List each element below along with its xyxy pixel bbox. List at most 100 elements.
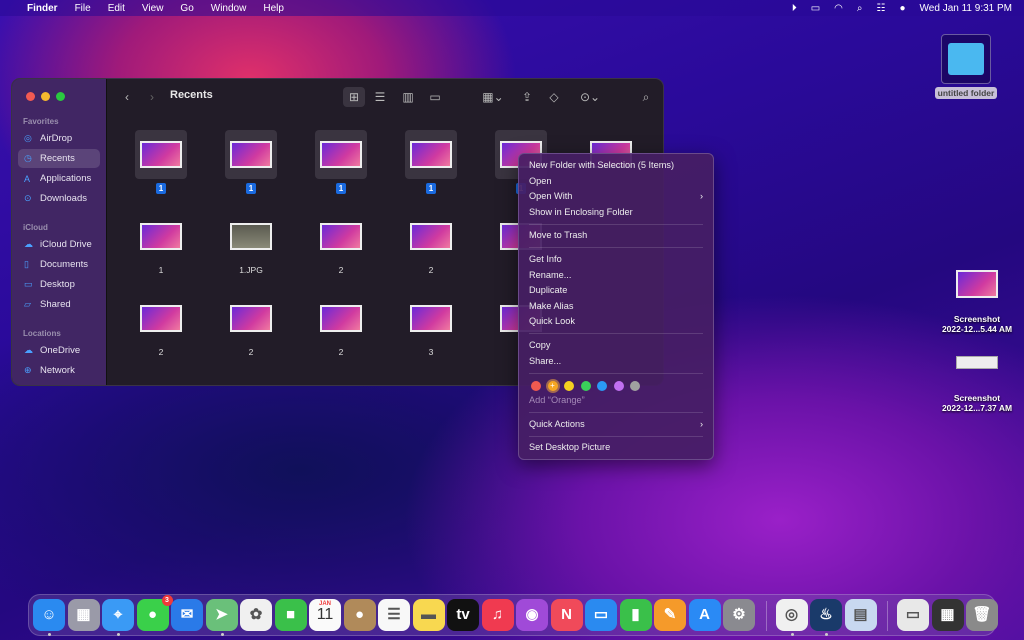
menu-help[interactable]: Help [263,3,284,14]
dock-keynote[interactable]: ▭ [585,599,617,631]
gallery-view-button[interactable]: ▭ [425,87,445,107]
menu-go[interactable]: Go [180,3,193,14]
tag-color-1[interactable]: + [547,381,558,392]
sidebar-item-icloud-drive[interactable]: ☁ iCloud Drive [18,235,100,254]
sidebar-item-downloads[interactable]: ⊙ Downloads [18,189,100,208]
icon-view-button[interactable]: ⊞ [343,87,365,107]
file-item[interactable]: 2 [315,305,367,357]
share-icon[interactable]: ⇪ [517,87,537,107]
tag-color-5[interactable] [613,381,624,392]
dock-tv[interactable]: tv [447,599,479,631]
clock[interactable]: Wed Jan 11 9:31 PM [920,3,1012,14]
dock-reminders[interactable]: ☰ [378,599,410,631]
file-item[interactable]: 1 [225,130,277,196]
sidebar-item-network[interactable]: ⊕ Network [18,361,100,380]
menu-item-open[interactable]: Open [519,174,713,190]
tag-color-2[interactable] [564,381,574,392]
tag-color-0[interactable] [531,381,541,392]
dock-news[interactable]: N [550,599,583,631]
menu-finder[interactable]: Finder [27,3,58,14]
back-button[interactable]: ‹ [120,87,134,107]
dock-chrome[interactable]: ◎ [775,599,808,631]
dock-system-settings[interactable]: ⚙ [723,599,755,631]
tag-color-6[interactable] [630,381,640,392]
menu-item-set-desktop-picture[interactable]: Set Desktop Picture [519,440,713,456]
file-item[interactable]: 2 [315,223,367,275]
dock-finder[interactable]: ☺ [33,599,65,631]
menu-item-copy[interactable]: Copy [519,338,713,354]
search-icon[interactable]: ⌕ [857,3,863,14]
sidebar-item-documents[interactable]: ▯ Documents [18,255,100,274]
dock-notes[interactable]: ▬ [412,599,445,631]
menu-item-show-in-enclosing-folder[interactable]: Show in Enclosing Folder [519,205,713,221]
list-view-button[interactable]: ☰ [370,87,390,107]
tag-color-3[interactable] [580,381,591,392]
file-item[interactable]: 2 [405,223,457,275]
dock-documents-stack[interactable]: ▦ [931,599,964,631]
file-item[interactable]: 1.JPG [225,223,277,275]
dock-steam[interactable]: ♨ [810,599,842,631]
column-view-button[interactable]: ▥ [398,87,418,107]
sidebar-item-recents[interactable]: ◷ Recents [18,149,100,168]
menu-item-make-alias[interactable]: Make Alias [519,299,713,315]
dock-app-store[interactable]: A [688,599,721,631]
dock-trash[interactable]: 🗑 [966,599,998,631]
menu-view[interactable]: View [142,3,164,14]
more-actions-button[interactable]: ⊙⌄ [575,87,605,107]
tag-color-4[interactable] [597,381,607,392]
minimize-button[interactable] [41,92,50,101]
dock-safari[interactable]: ⌖ [102,599,134,631]
dock-numbers[interactable]: ▮ [619,599,652,631]
zoom-button[interactable] [56,92,65,101]
file-item[interactable]: 3 [405,305,457,357]
sidebar-item-desktop[interactable]: ▭ Desktop [18,275,100,294]
menu-item-quick-look[interactable]: Quick Look [519,314,713,330]
sidebar-item-onedrive[interactable]: ☁ OneDrive [18,341,100,360]
forward-button[interactable]: › [145,87,159,107]
dock-pages[interactable]: ✎ [654,599,686,631]
file-item[interactable]: 1 [135,130,187,196]
file-item[interactable]: 2 [225,305,277,357]
dock-downloads-stack[interactable]: ▭ [897,599,929,631]
dock-photos[interactable]: ✿ [240,599,272,631]
menu-item-duplicate[interactable]: Duplicate [519,283,713,299]
sidebar-item-applications[interactable]: A Applications [18,169,100,188]
dock-launchpad[interactable]: ▦ [67,599,100,631]
menu-window[interactable]: Window [211,3,247,14]
dock-podcasts[interactable]: ◉ [516,599,548,631]
play-icon[interactable]: ⏵ [792,3,797,14]
dock-messages[interactable]: ● 3 [136,595,173,631]
search-icon[interactable]: ⌕ [636,87,656,107]
menu-item-move-to-trash[interactable]: Move to Trash [519,228,713,244]
siri-icon[interactable]: ● [899,3,905,14]
file-item[interactable]: 2 [135,305,187,357]
sidebar-item-shared[interactable]: ▱ Shared [18,295,100,314]
file-item[interactable]: 1 [135,223,187,275]
control-center-icon[interactable]: ☷ [877,3,886,14]
dock-music[interactable]: ♫ [481,599,514,631]
file-item[interactable]: 1 [315,130,367,196]
dock-mail[interactable]: ✉ [171,599,203,631]
menu-file[interactable]: File [75,3,91,14]
group-button[interactable]: ▦⌄ [478,87,508,107]
file-item[interactable]: 1 [405,130,457,196]
dock-facetime[interactable]: ■ [274,599,307,631]
dock-preview[interactable]: ▤ [844,599,877,631]
wifi-icon[interactable]: ◠ [834,3,843,14]
menu-item-rename[interactable]: Rename... [519,268,713,284]
desktop-screenshot[interactable]: Screenshot 2022-12...7.37 AM [932,356,1022,413]
menu-item-new-folder-with-selection-5-items[interactable]: New Folder with Selection (5 Items) [519,158,713,174]
close-button[interactable] [26,92,35,101]
desktop-screenshot[interactable]: Screenshot 2022-12...5.44 AM [932,270,1022,334]
menu-item-quick-actions[interactable]: Quick Actions › [519,417,713,433]
sidebar-item-airdrop[interactable]: ◎ AirDrop [18,129,100,148]
battery-icon[interactable]: ▭ [811,3,820,14]
tag-icon[interactable]: ◇ [544,87,564,107]
menu-edit[interactable]: Edit [108,3,125,14]
desktop-folder[interactable]: untitled folder [921,34,1011,99]
menu-item-get-info[interactable]: Get Info [519,252,713,268]
menu-item-open-with[interactable]: Open With › [519,189,713,205]
menu-item-share[interactable]: Share... [519,354,713,370]
dock-contacts[interactable]: ● [343,599,376,631]
dock-maps[interactable]: ➤ [205,599,238,631]
